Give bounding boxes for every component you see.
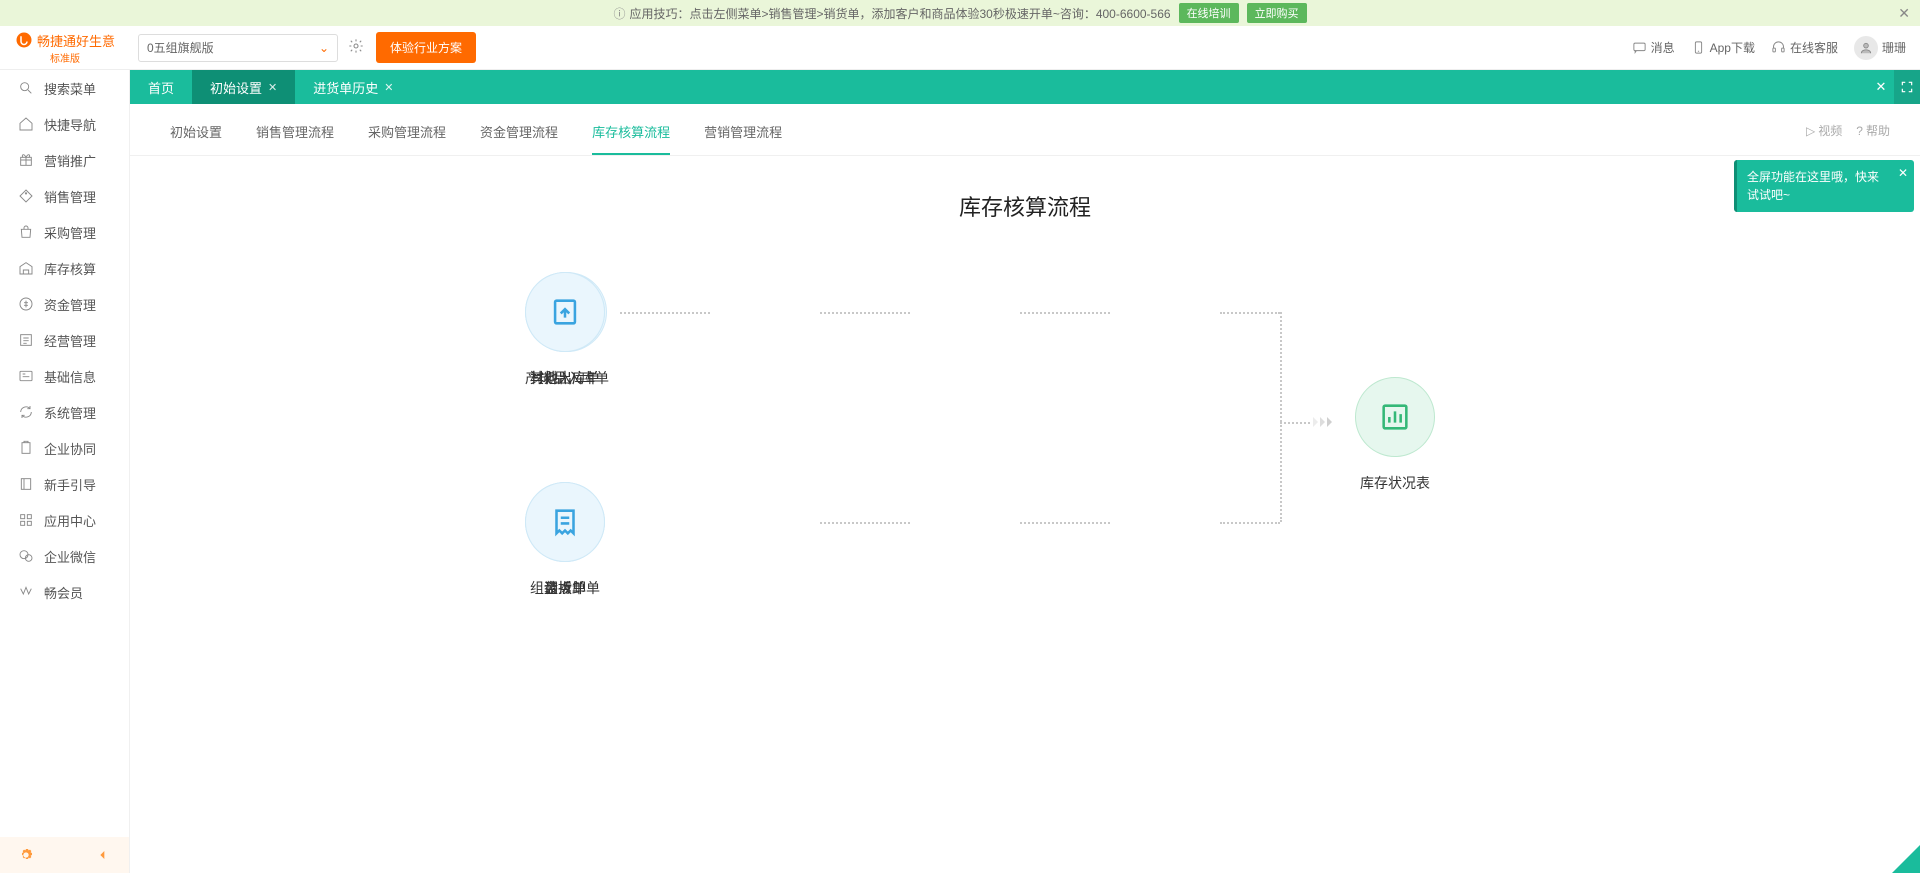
promo-banner: ⓘ 应用技巧：点击左侧菜单>销售管理>销货单，添加客户和商品体验30秒极速开单~…	[0, 0, 1920, 26]
phone-icon	[1691, 40, 1706, 55]
info-icon: ⓘ	[613, 5, 625, 22]
banner-close-icon[interactable]: ✕	[1898, 5, 1910, 22]
sidebar-item-quicknav[interactable]: 快捷导航	[0, 106, 129, 142]
connector	[620, 312, 710, 314]
receipt-icon	[548, 505, 582, 539]
sidebar-item-member[interactable]: 畅会员	[0, 574, 129, 610]
connector	[1280, 422, 1310, 424]
arrow-icon	[1313, 417, 1332, 427]
sidebar-item-biz[interactable]: 经营管理	[0, 322, 129, 358]
node-assembly[interactable]: 组装拆卸单	[525, 482, 605, 598]
connector	[820, 522, 910, 524]
clipboard-icon	[18, 440, 34, 456]
video-link[interactable]: ▷ 视频	[1806, 122, 1842, 139]
subtabs: 初始设置 销售管理流程 采购管理流程 资金管理流程 库存核算流程 营销管理流程 …	[130, 104, 1920, 156]
connector	[1280, 422, 1282, 522]
tip-close-icon[interactable]: ✕	[1898, 164, 1908, 182]
connector	[1280, 312, 1282, 422]
grid-icon	[18, 512, 34, 528]
node-other-out[interactable]: 其他出库单	[525, 272, 605, 388]
logo: 畅捷通好生意 标准版	[0, 31, 130, 65]
tab-purchase-history[interactable]: 进货单历史✕	[295, 70, 411, 104]
messages-link[interactable]: 消息	[1632, 39, 1675, 56]
edition-value: 0五组旗舰版	[147, 39, 214, 56]
subtab-inventory[interactable]: 库存核算流程	[592, 122, 670, 155]
edition-select[interactable]: 0五组旗舰版 ⌄	[138, 34, 338, 62]
content: 初始设置 销售管理流程 采购管理流程 资金管理流程 库存核算流程 营销管理流程 …	[130, 104, 1920, 873]
headset-icon	[1771, 40, 1786, 55]
connector	[1220, 522, 1280, 524]
home-icon	[18, 116, 34, 132]
chat-icon	[18, 548, 34, 564]
subtab-purchase[interactable]: 采购管理流程	[368, 122, 446, 155]
sidebar-item-collab[interactable]: 企业协同	[0, 430, 129, 466]
buy-now-button[interactable]: 立即购买	[1247, 3, 1307, 23]
tab-initial-settings[interactable]: 初始设置✕	[192, 70, 295, 104]
sidebar-item-inventory[interactable]: 库存核算	[0, 250, 129, 286]
brand-icon	[15, 31, 33, 49]
subtab-funds[interactable]: 资金管理流程	[480, 122, 558, 155]
sidebar-item-funds[interactable]: 资金管理	[0, 286, 129, 322]
sidebar-item-wechat[interactable]: 企业微信	[0, 538, 129, 574]
user-menu[interactable]: 珊珊	[1854, 36, 1906, 60]
banner-text: 应用技巧：点击左侧菜单>销售管理>销货单，添加客户和商品体验30秒极速开单~咨询…	[629, 5, 1170, 22]
sidebar-item-sales[interactable]: 销售管理	[0, 178, 129, 214]
sidebar-item-basicinfo[interactable]: 基础信息	[0, 358, 129, 394]
list-icon	[18, 332, 34, 348]
header: 畅捷通好生意 标准版 0五组旗舰版 ⌄ 体验行业方案 消息 App下载 在线客服…	[0, 26, 1920, 70]
gift-icon	[18, 152, 34, 168]
connector	[1220, 312, 1280, 314]
brand-edition: 标准版	[50, 50, 80, 65]
tag-icon	[18, 188, 34, 204]
sidebar: 搜索菜单 快捷导航 营销推广 销售管理 采购管理 库存核算 资金管理 经营管理 …	[0, 70, 130, 873]
doc-out-icon	[548, 295, 582, 329]
tabbar-close-icon[interactable]: ✕	[1868, 70, 1894, 104]
help-link[interactable]: ? 帮助	[1856, 122, 1890, 139]
subtab-sales[interactable]: 销售管理流程	[256, 122, 334, 155]
flow-title: 库存核算流程	[130, 190, 1920, 222]
flow-diagram: 产成品入库单 其他入库单 材料出库单 其他出库单 盘点单 调拨单 组装拆卸单	[525, 272, 1525, 652]
warehouse-icon	[18, 260, 34, 276]
connector	[1020, 312, 1110, 314]
fullscreen-tip: 全屏功能在这里哦，快来试试吧~ ✕	[1734, 160, 1914, 212]
bag-icon	[18, 224, 34, 240]
subtab-initial[interactable]: 初始设置	[170, 122, 222, 155]
sidebar-footer	[0, 837, 129, 873]
tab-home[interactable]: 首页	[130, 70, 192, 104]
search-icon	[18, 80, 34, 96]
connector	[820, 312, 910, 314]
app-download-link[interactable]: App下载	[1691, 39, 1755, 56]
chevron-down-icon: ⌄	[319, 41, 329, 55]
sidebar-item-apps[interactable]: 应用中心	[0, 502, 129, 538]
fullscreen-icon[interactable]	[1894, 70, 1920, 104]
coin-icon	[18, 296, 34, 312]
online-training-button[interactable]: 在线培训	[1179, 3, 1239, 23]
card-icon	[18, 368, 34, 384]
brand-name: 畅捷通好生意	[37, 31, 115, 50]
node-inventory-report[interactable]: 库存状况表	[1355, 377, 1435, 493]
customer-service-link[interactable]: 在线客服	[1771, 39, 1838, 56]
sidebar-item-search[interactable]: 搜索菜单	[0, 70, 129, 106]
industry-demo-button[interactable]: 体验行业方案	[376, 32, 476, 63]
vip-icon	[18, 584, 34, 600]
message-icon	[1632, 40, 1647, 55]
subtab-marketing[interactable]: 营销管理流程	[704, 122, 782, 155]
avatar-icon	[1854, 36, 1878, 60]
connector	[1020, 522, 1110, 524]
collapse-icon[interactable]	[95, 847, 111, 863]
tabbar: 首页 初始设置✕ 进货单历史✕ ✕	[130, 70, 1920, 104]
chart-icon	[1378, 400, 1412, 434]
settings-icon[interactable]	[348, 38, 364, 57]
sync-icon	[18, 404, 34, 420]
sidebar-item-purchase[interactable]: 采购管理	[0, 214, 129, 250]
sidebar-item-guide[interactable]: 新手引导	[0, 466, 129, 502]
sidebar-item-marketing[interactable]: 营销推广	[0, 142, 129, 178]
close-icon[interactable]: ✕	[384, 81, 393, 94]
gear-icon[interactable]	[18, 847, 34, 863]
book-icon	[18, 476, 34, 492]
sidebar-item-system[interactable]: 系统管理	[0, 394, 129, 430]
close-icon[interactable]: ✕	[268, 81, 277, 94]
